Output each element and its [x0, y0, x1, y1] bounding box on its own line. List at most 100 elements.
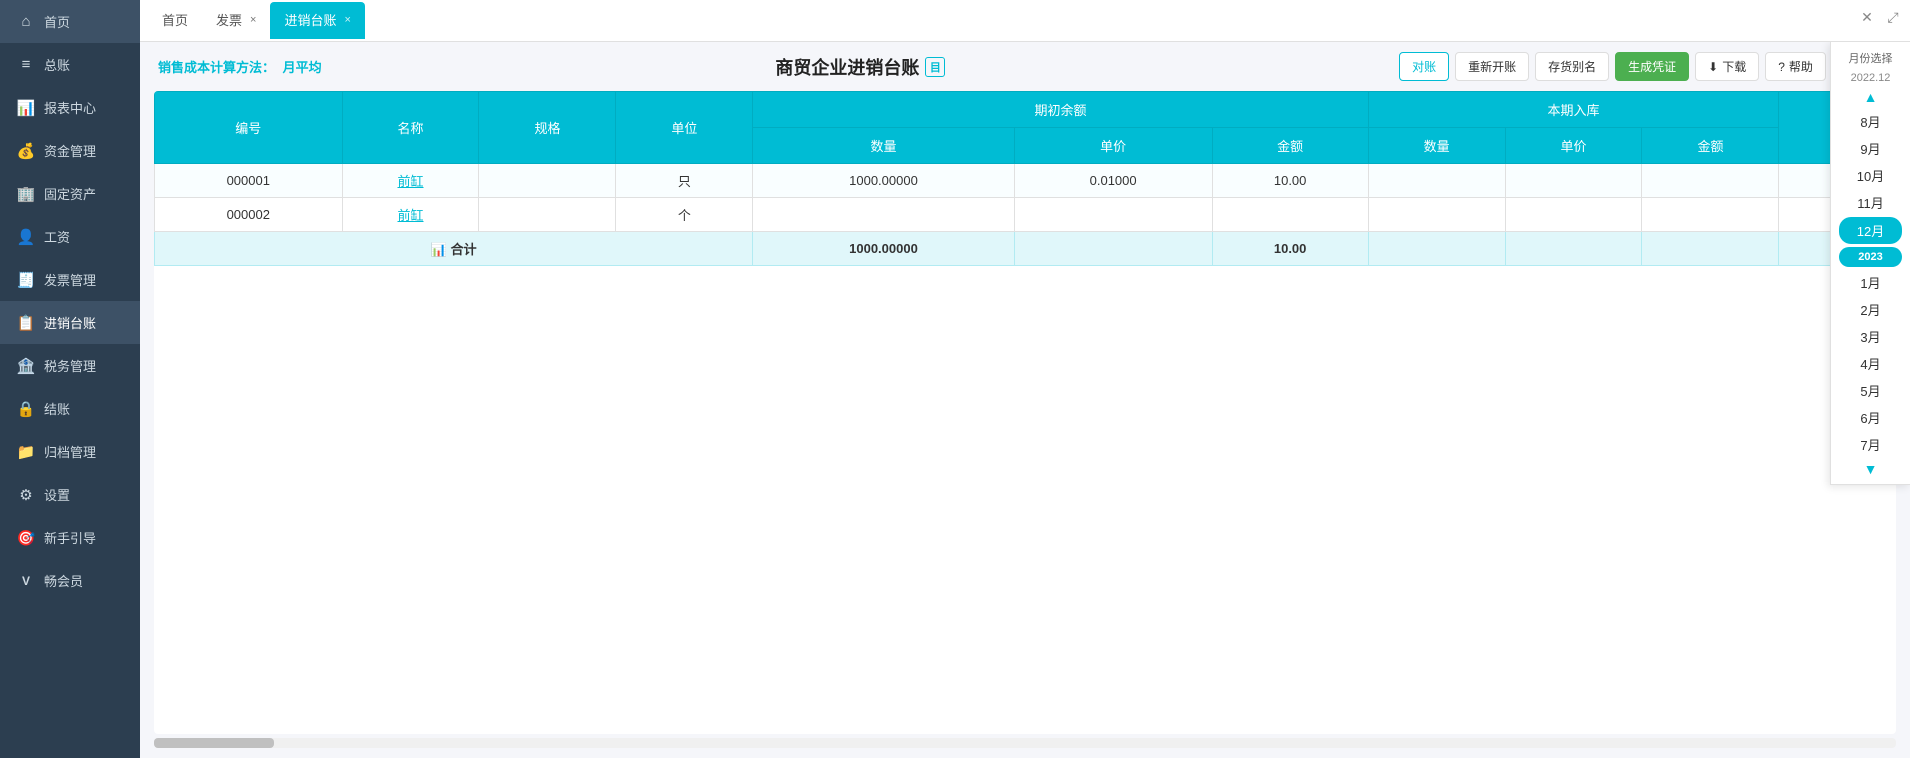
window-controls: ✕ ⤢ — [1858, 8, 1902, 26]
tab-invoice-close[interactable]: × — [250, 14, 256, 26]
cell-in-price — [1505, 164, 1642, 198]
sidebar-item-tax[interactable]: 🏦 税务管理 — [0, 344, 140, 387]
sidebar-item-label: 发票管理 — [44, 270, 96, 289]
sidebar-item-label: 固定资产 — [44, 184, 96, 203]
cell-name: 前缸 — [342, 164, 479, 198]
cost-method-value: 月平均 — [283, 60, 322, 75]
generate-voucher-button[interactable]: 生成凭证 — [1615, 52, 1689, 81]
tab-inventory[interactable]: 进销台账 × — [270, 2, 364, 39]
salary-icon: 👤 — [16, 228, 36, 246]
sidebar-item-member[interactable]: V 畅会员 — [0, 559, 140, 602]
cell-in-price — [1505, 198, 1642, 232]
month-item-2023-1[interactable]: 1月 — [1831, 269, 1910, 296]
content-area: 销售成本计算方法： 月平均 商贸企业进销台账 目 对账 重新开账 存货别名 — [140, 42, 1910, 758]
sidebar-item-inventory[interactable]: 📋 进销台账 — [0, 301, 140, 344]
inventory-table-container: 编号 名称 规格 单位 期初余额 本期入库 数 数量 单价 金额 数量 单价 — [154, 91, 1896, 734]
cost-method: 销售成本计算方法： 月平均 — [154, 57, 322, 76]
tab-home-label: 首页 — [162, 10, 188, 29]
sidebar-item-funds[interactable]: 💰 资金管理 — [0, 129, 140, 172]
table-row[interactable]: 000002 前缸 个 — [155, 198, 1896, 232]
table-row[interactable]: 000001 前缸 只 1000.00000 0.01000 10.00 — [155, 164, 1896, 198]
month-item-2023-2[interactable]: 2月 — [1831, 296, 1910, 323]
month-item-11[interactable]: 11月 — [1831, 189, 1910, 216]
sidebar-item-label: 资金管理 — [44, 141, 96, 160]
sidebar-item-guide[interactable]: 🎯 新手引导 — [0, 516, 140, 559]
tab-home[interactable]: 首页 — [148, 2, 202, 39]
cost-method-label: 销售成本计算方法： — [158, 60, 275, 75]
sidebar-item-assets[interactable]: 🏢 固定资产 — [0, 172, 140, 215]
tab-inventory-close[interactable]: × — [344, 14, 350, 26]
sidebar-item-label: 结账 — [44, 399, 70, 418]
cell-spec — [479, 198, 616, 232]
col-in-price: 单价 — [1505, 128, 1642, 164]
sidebar-item-label: 进销台账 — [44, 313, 96, 332]
month-nav-up[interactable]: ▲ — [1831, 86, 1910, 108]
tab-bar: 首页 发票 × 进销台账 × — [140, 0, 1910, 42]
month-item-2023-4[interactable]: 4月 — [1831, 350, 1910, 377]
horizontal-scrollbar[interactable] — [154, 738, 1896, 748]
sidebar-item-salary[interactable]: 👤 工资 — [0, 215, 140, 258]
title-icon[interactable]: 目 — [925, 57, 945, 77]
close-window-button[interactable]: ✕ — [1858, 8, 1876, 26]
total-opening-price — [1014, 232, 1212, 266]
sidebar-item-archive[interactable]: 📁 归档管理 — [0, 430, 140, 473]
home-icon: ⌂ — [16, 13, 36, 30]
tab-invoice[interactable]: 发票 × — [202, 2, 270, 39]
cell-in-qty — [1368, 198, 1505, 232]
assets-icon: 🏢 — [16, 185, 36, 203]
month-item-9[interactable]: 9月 — [1831, 135, 1910, 162]
sidebar-item-home[interactable]: ⌂ 首页 — [0, 0, 140, 43]
archive-icon: 📁 — [16, 443, 36, 461]
col-opening-qty: 数量 — [753, 128, 1014, 164]
col-group-opening: 期初余额 — [753, 92, 1368, 128]
col-code: 编号 — [155, 92, 343, 164]
cell-in-qty — [1368, 164, 1505, 198]
reopen-button[interactable]: 重新开账 — [1455, 52, 1529, 81]
reconcile-button[interactable]: 对账 — [1399, 52, 1449, 81]
sidebar-item-label: 畅会员 — [44, 571, 83, 590]
ledger-icon: ≡ — [16, 56, 36, 73]
download-button[interactable]: ⬇ 下载 — [1695, 52, 1759, 81]
month-item-2023-7[interactable]: 7月 — [1831, 431, 1910, 458]
invoice-mgmt-icon: 🧾 — [16, 271, 36, 289]
cell-code: 000002 — [155, 198, 343, 232]
sidebar-item-label: 归档管理 — [44, 442, 96, 461]
col-opening-price: 单价 — [1014, 128, 1212, 164]
cell-unit: 只 — [616, 164, 753, 198]
month-item-10[interactable]: 10月 — [1831, 162, 1910, 189]
reports-icon: 📊 — [16, 99, 36, 117]
maximize-window-button[interactable]: ⤢ — [1884, 8, 1902, 26]
col-spec: 规格 — [479, 92, 616, 164]
sidebar-item-ledger[interactable]: ≡ 总账 — [0, 43, 140, 86]
month-panel-year-2022: 2022.12 — [1851, 70, 1891, 86]
inventory-icon: 📋 — [16, 314, 36, 332]
month-nav-down[interactable]: ▼ — [1831, 458, 1910, 480]
sidebar-item-label: 新手引导 — [44, 528, 96, 547]
sidebar-item-close-accounts[interactable]: 🔒 结账 — [0, 387, 140, 430]
month-item-2023-3[interactable]: 3月 — [1831, 323, 1910, 350]
help-button[interactable]: ? 帮助 — [1765, 52, 1826, 81]
save-alias-button[interactable]: 存货别名 — [1535, 52, 1609, 81]
month-item-2023-6[interactable]: 6月 — [1831, 404, 1910, 431]
year-badge-2023: 2023 — [1839, 247, 1902, 267]
total-label-cell: 📊 合计 — [155, 232, 753, 266]
sidebar-item-label: 报表中心 — [44, 98, 96, 117]
page-title: 商贸企业进销台账 — [775, 54, 919, 80]
main-area: ✕ ⤢ 首页 发票 × 进销台账 × 销售成本计算方法： 月平均 商贸企业进销台… — [140, 0, 1910, 758]
col-name: 名称 — [342, 92, 479, 164]
sidebar-item-settings[interactable]: ⚙ 设置 — [0, 473, 140, 516]
help-icon: ? — [1778, 60, 1785, 74]
month-item-12[interactable]: 12月 — [1839, 217, 1902, 244]
sidebar-item-invoice-mgmt[interactable]: 🧾 发票管理 — [0, 258, 140, 301]
total-icon: 📊 — [431, 242, 447, 257]
month-item-8[interactable]: 8月 — [1831, 108, 1910, 135]
col-opening-amount: 金额 — [1212, 128, 1368, 164]
total-in-qty — [1368, 232, 1505, 266]
cell-opening-qty: 1000.00000 — [753, 164, 1014, 198]
sidebar-item-reports[interactable]: 📊 报表中心 — [0, 86, 140, 129]
cell-opening-amount: 10.00 — [1212, 164, 1368, 198]
sidebar-item-label: 设置 — [44, 485, 70, 504]
scrollbar-thumb[interactable] — [154, 738, 274, 748]
sidebar-item-label: 税务管理 — [44, 356, 96, 375]
month-item-2023-5[interactable]: 5月 — [1831, 377, 1910, 404]
